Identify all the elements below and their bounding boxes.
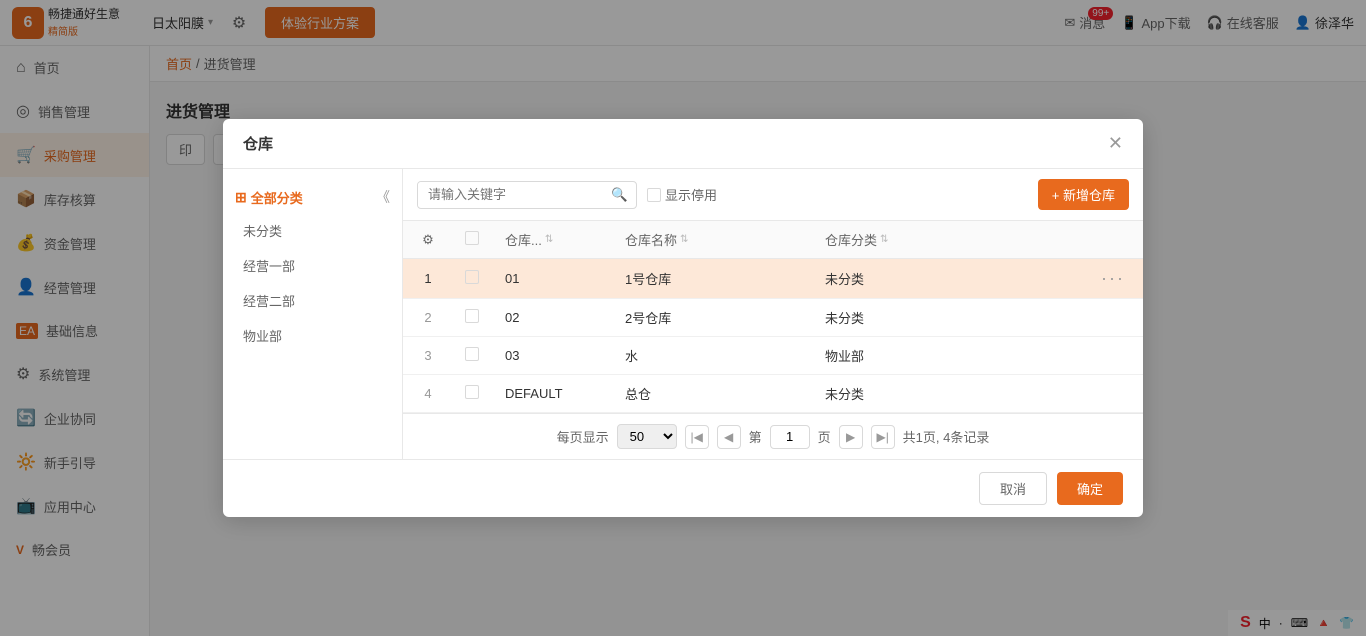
table-row[interactable]: 2 02 2号仓库 未分类 [403,299,1143,337]
total-info: 共1页, 4条记录 [903,427,990,446]
row-checkbox[interactable] [465,347,479,361]
add-warehouse-button[interactable]: + 新增仓库 [1038,179,1129,210]
per-page-select[interactable]: 50 10 20 100 [617,424,677,449]
row-num: 3 [403,337,453,375]
modal-close-button[interactable]: ✕ [1108,133,1123,154]
row-category: 未分类 [813,259,1083,299]
row-checkbox[interactable] [465,309,479,323]
th-name[interactable]: 仓库名称 ⇅ [613,221,813,259]
category-item-ops1[interactable]: 经营一部 [223,248,402,283]
all-category-button[interactable]: ⊞ 全部分类 [235,188,303,207]
modal-title: 仓库 [243,133,273,154]
category-item-property[interactable]: 物业部 [223,318,402,353]
last-page-button[interactable]: ▶| [871,425,895,449]
th-code-label: 仓库... [505,230,542,249]
search-button[interactable]: 🔍 [603,182,636,208]
row-checkbox-cell [453,337,493,375]
show-disabled-toggle[interactable]: 显示停用 [647,185,717,204]
category-item-ops2[interactable]: 经营二部 [223,283,402,318]
row-num: 4 [403,375,453,413]
th-actions [1083,221,1143,259]
page-number-input[interactable] [770,425,810,449]
row-checkbox-cell [453,299,493,337]
row-name: 1号仓库 [613,259,813,299]
table-row[interactable]: 3 03 水 物业部 [403,337,1143,375]
collapse-panel-button[interactable]: 《 [376,187,390,207]
table-row[interactable]: 4 DEFAULT 总仓 未分类 [403,375,1143,413]
confirm-button[interactable]: 确定 [1057,472,1123,505]
row-name: 总仓 [613,375,813,413]
row-code: DEFAULT [493,375,613,413]
warehouse-modal: 仓库 ✕ ⊞ 全部分类 《 未分类 经营一部 经营二部 物业部 [223,119,1143,517]
th-checkbox [453,221,493,259]
row-actions [1083,375,1143,413]
row-checkbox[interactable] [465,385,479,399]
modal-header: 仓库 ✕ [223,119,1143,169]
warehouse-table-wrap: ⚙ 仓库... ⇅ [403,221,1143,413]
sort-icon: ⇅ [545,234,553,245]
all-category-label: 全部分类 [251,188,303,207]
th-code[interactable]: 仓库... ⇅ [493,221,613,259]
row-category: 未分类 [813,375,1083,413]
page-unit: 页 [818,427,831,446]
per-page-label: 每页显示 [557,427,609,446]
search-input[interactable] [418,182,603,207]
row-more-button[interactable]: ··· [1101,268,1125,288]
row-name: 水 [613,337,813,375]
row-num: 1 [403,259,453,299]
page-label: 第 [749,427,762,446]
gear-header-icon: ⚙ [422,232,434,247]
modal-footer: 取消 确定 [223,459,1143,517]
modal-overlay: 仓库 ✕ ⊞ 全部分类 《 未分类 经营一部 经营二部 物业部 [0,0,1366,636]
show-disabled-label: 显示停用 [665,185,717,204]
row-actions [1083,299,1143,337]
row-checkbox[interactable] [465,270,479,284]
warehouse-table: ⚙ 仓库... ⇅ [403,221,1143,413]
th-settings: ⚙ [403,221,453,259]
row-name: 2号仓库 [613,299,813,337]
th-category[interactable]: 仓库分类 ⇅ [813,221,1083,259]
row-category: 未分类 [813,299,1083,337]
sort-icon: ⇅ [680,234,688,245]
warehouse-list-panel: 🔍 显示停用 + 新增仓库 ⚙ [403,169,1143,459]
modal-body: ⊞ 全部分类 《 未分类 经营一部 经营二部 物业部 🔍 [223,169,1143,459]
first-page-button[interactable]: |◀ [685,425,709,449]
table-header-row: ⚙ 仓库... ⇅ [403,221,1143,259]
select-all-checkbox[interactable] [465,231,479,245]
table-row[interactable]: 1 01 1号仓库 未分类 ··· [403,259,1143,299]
row-category: 物业部 [813,337,1083,375]
row-code: 03 [493,337,613,375]
prev-page-button[interactable]: ◀ [717,425,741,449]
next-page-button[interactable]: ▶ [839,425,863,449]
row-code: 01 [493,259,613,299]
show-disabled-checkbox[interactable] [647,188,661,202]
list-toolbar: 🔍 显示停用 + 新增仓库 [403,169,1143,221]
row-checkbox-cell [453,259,493,299]
search-box: 🔍 [417,181,637,209]
category-panel-header: ⊞ 全部分类 《 [223,181,402,213]
category-item-uncategorized[interactable]: 未分类 [223,213,402,248]
row-code: 02 [493,299,613,337]
row-num: 2 [403,299,453,337]
grid-icon: ⊞ [235,189,247,206]
row-actions: ··· [1083,259,1143,299]
pagination: 每页显示 50 10 20 100 |◀ ◀ 第 页 ▶ ▶| 共1页, 4条记… [403,413,1143,459]
row-checkbox-cell [453,375,493,413]
cancel-button[interactable]: 取消 [979,472,1047,505]
row-actions [1083,337,1143,375]
category-panel: ⊞ 全部分类 《 未分类 经营一部 经营二部 物业部 [223,169,403,459]
sort-icon: ⇅ [880,234,888,245]
th-category-label: 仓库分类 [825,230,877,249]
th-name-label: 仓库名称 [625,230,677,249]
